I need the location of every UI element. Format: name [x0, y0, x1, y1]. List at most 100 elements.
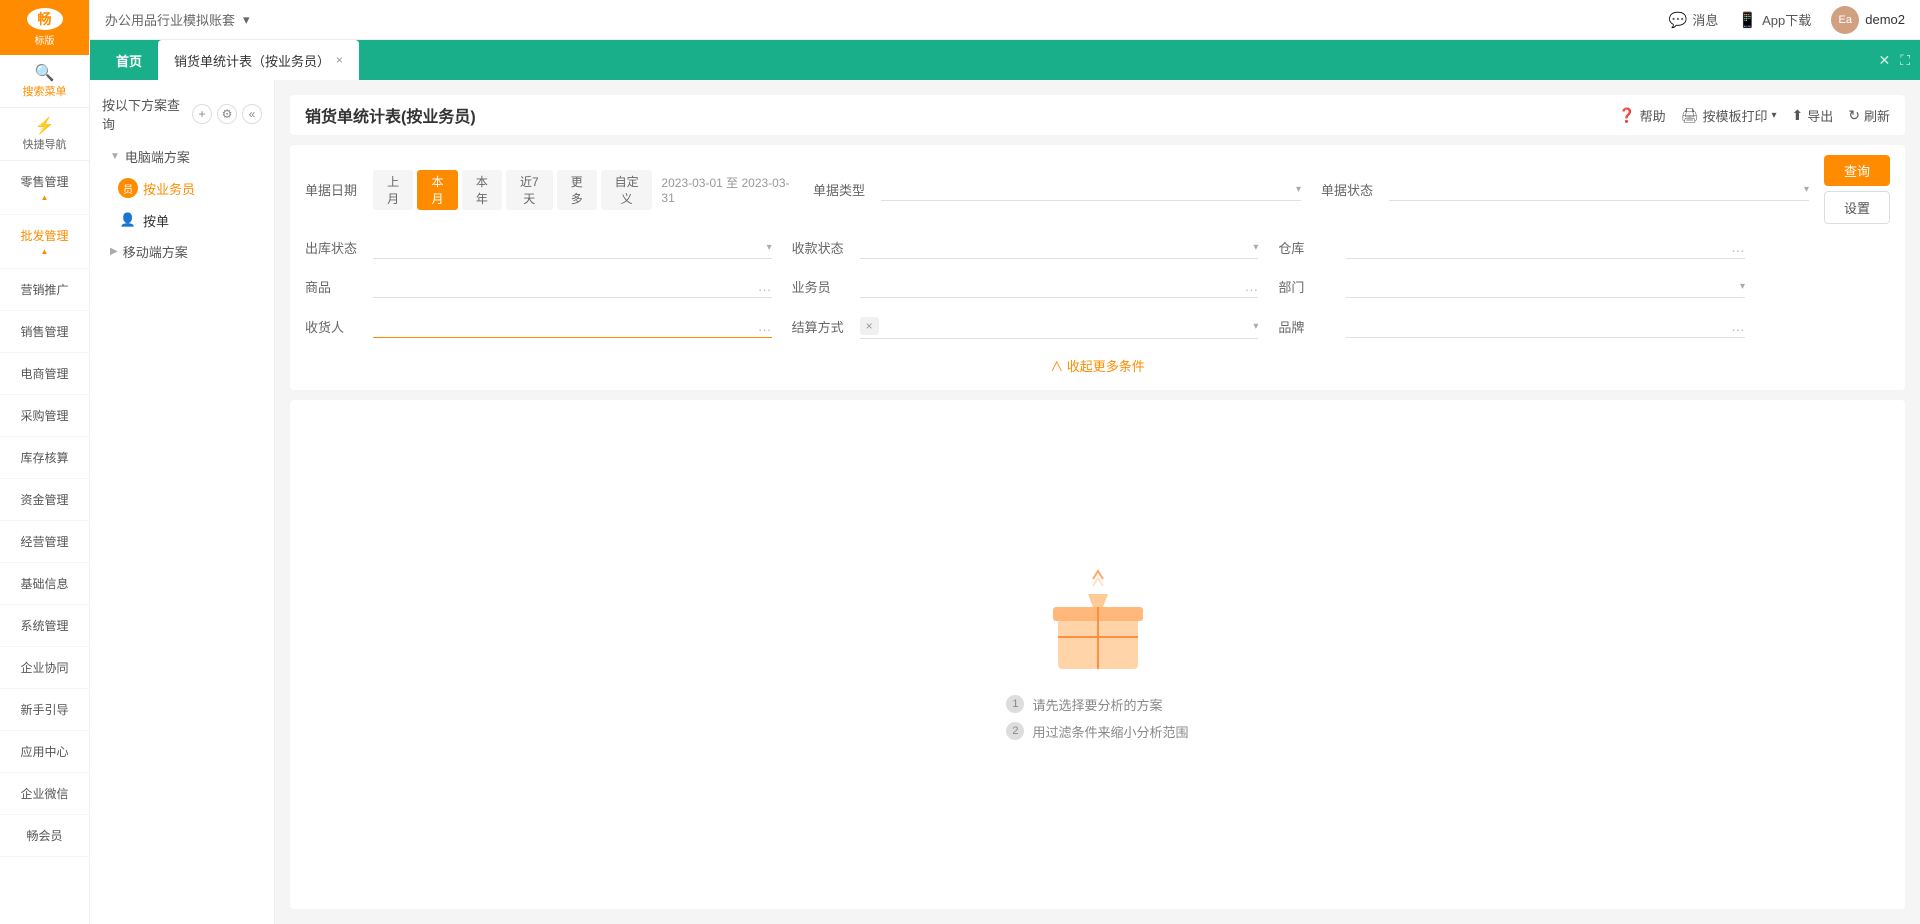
sidebar-item-enterprise[interactable]: 企业协同: [0, 647, 89, 689]
consignee-input[interactable]: [373, 319, 754, 334]
message-button[interactable]: 💬 消息: [1669, 10, 1719, 29]
sidebar-item-marketing[interactable]: 营销推广: [0, 269, 89, 311]
tree-pc-children: 员 按业务员 👤 按单: [90, 172, 274, 236]
payment-col: 结算方式 × ▾: [782, 310, 1269, 343]
help-button[interactable]: ❓ 帮助: [1618, 106, 1665, 125]
consignee-dots-icon[interactable]: …: [758, 318, 772, 334]
sidebar-item-basic-label: 基础信息: [20, 575, 68, 592]
tab-home-label: 首页: [116, 51, 142, 70]
export-button[interactable]: ⬆ 导出: [1792, 106, 1834, 125]
tab-maximize-button[interactable]: ⛶: [1900, 52, 1910, 69]
panel-settings-button[interactable]: ⚙: [217, 104, 237, 124]
doc-type-arrow-icon: ▾: [1296, 184, 1301, 195]
empty-tips: 1 请先选择要分析的方案 2 用过滤条件来缩小分析范围: [1006, 695, 1188, 741]
salesperson-control: …: [860, 275, 1259, 298]
tab-close-all-button[interactable]: ✕: [1878, 52, 1890, 69]
panel-header-title: 按以下方案查询: [102, 95, 192, 133]
dept-arrow-icon: ▾: [1740, 281, 1745, 292]
sidebar-item-wholesale[interactable]: 批发管理: [0, 215, 89, 269]
sidebar-item-retail[interactable]: 零售管理: [0, 161, 89, 215]
empty-illustration: [1038, 569, 1158, 679]
tree-mobile-group[interactable]: ▶ 移动端方案: [90, 236, 274, 267]
date-btn-this-year[interactable]: 本年: [462, 170, 502, 210]
date-btn-custom[interactable]: 自定义: [601, 170, 653, 210]
brand-dots-icon[interactable]: …: [1731, 318, 1745, 334]
tree-mobile-group-label: 移动端方案: [123, 242, 188, 261]
query-buttons: 查询 设置: [1824, 155, 1890, 224]
sidebar-item-purchase[interactable]: 采购管理: [0, 395, 89, 437]
warehouse-label: 仓库: [1278, 238, 1338, 257]
date-btn-this-month[interactable]: 本月: [417, 170, 457, 210]
salesperson-label: 业务员: [792, 277, 852, 296]
title-arrow-icon[interactable]: ▾: [243, 12, 250, 28]
doc-type-input[interactable]: [881, 182, 1292, 197]
app-download-icon: 📱: [1738, 11, 1757, 29]
sidebar-item-basic[interactable]: 基础信息: [0, 563, 89, 605]
sidebar-quick-nav[interactable]: ⚡ 快捷导航: [0, 108, 89, 161]
consignee-control: …: [373, 315, 772, 338]
left-panel: 按以下方案查询 + ⚙ « ▼ 电脑端方案 员 按业务员: [90, 80, 275, 924]
out-status-input[interactable]: [373, 240, 763, 255]
dept-input[interactable]: [1346, 279, 1736, 294]
doc-status-input[interactable]: [1389, 182, 1800, 197]
setting-button[interactable]: 设置: [1824, 191, 1890, 224]
sidebar-item-newbie[interactable]: 新手引导: [0, 689, 89, 731]
sidebar-item-sales[interactable]: 销售管理: [0, 311, 89, 353]
sidebar-search[interactable]: 🔍 搜索菜单: [0, 55, 89, 108]
user-profile[interactable]: Ea demo2: [1831, 6, 1905, 34]
panel-add-button[interactable]: +: [192, 104, 212, 124]
query-button[interactable]: 查询: [1824, 155, 1890, 186]
panel-collapse-button[interactable]: «: [242, 104, 262, 124]
payment-tag: ×: [860, 317, 879, 335]
sidebar-item-finance[interactable]: 资金管理: [0, 479, 89, 521]
sidebar-item-system-label: 系统管理: [20, 617, 68, 634]
warehouse-dots-icon[interactable]: …: [1731, 239, 1745, 255]
goods-dots-icon[interactable]: …: [758, 278, 772, 294]
app-download-label: App下载: [1762, 10, 1811, 29]
tree-item-icon: 员: [118, 178, 138, 198]
doc-status-arrow-icon: ▾: [1804, 184, 1809, 195]
tab-close-button[interactable]: ×: [336, 53, 343, 67]
refresh-button[interactable]: ↻ 刷新: [1848, 106, 1890, 125]
salesperson-input[interactable]: [860, 279, 1241, 294]
brand-control: …: [1346, 315, 1745, 338]
tree-item-by-order[interactable]: 👤 按单: [110, 204, 274, 236]
sidebar-item-wholesale-label: 批发管理: [20, 227, 68, 244]
tab-home[interactable]: 首页: [100, 40, 158, 80]
salesperson-dots-icon[interactable]: …: [1244, 278, 1258, 294]
tab-active[interactable]: 销货单统计表（按业务员） ×: [158, 40, 359, 80]
filter-row4: 收货人 … 结算方式 ×: [305, 310, 1890, 343]
tree-pc-group[interactable]: ▼ 电脑端方案: [90, 141, 274, 172]
print-label: 按模板打印: [1702, 106, 1767, 125]
message-label: 消息: [1692, 10, 1718, 29]
user-name: demo2: [1865, 12, 1905, 27]
refresh-icon: ↻: [1848, 107, 1860, 124]
sidebar-item-operations[interactable]: 经营管理: [0, 521, 89, 563]
sidebar-item-apps[interactable]: 应用中心: [0, 731, 89, 773]
brand-input[interactable]: [1346, 319, 1727, 334]
help-label: 帮助: [1640, 106, 1666, 125]
doc-type-control: ▾: [881, 179, 1301, 201]
tree-item-by-salesperson[interactable]: 员 按业务员: [110, 172, 274, 204]
payment-label: 结算方式: [792, 317, 852, 336]
date-range-display: 2023-03-01 至 2023-03-31: [661, 174, 793, 205]
sidebar-item-member[interactable]: 畅会员: [0, 815, 89, 857]
goods-input[interactable]: [373, 279, 754, 294]
dept-col: 部门 ▾: [1268, 272, 1745, 302]
export-icon: ⬆: [1792, 107, 1804, 124]
sidebar-item-wechat[interactable]: 企业微信: [0, 773, 89, 815]
receive-status-input[interactable]: [860, 240, 1250, 255]
date-btn-more[interactable]: 更多: [557, 170, 597, 210]
tree-mobile-arrow-icon: ▶: [110, 246, 118, 257]
date-btn-last-month[interactable]: 上月: [373, 170, 413, 210]
app-download-button[interactable]: 📱 App下载: [1738, 10, 1811, 29]
payment-tag-close[interactable]: ×: [866, 319, 873, 333]
sidebar-item-system[interactable]: 系统管理: [0, 605, 89, 647]
date-btn-7days[interactable]: 近7天: [506, 170, 553, 210]
sidebar-item-ecommerce[interactable]: 电商管理: [0, 353, 89, 395]
collapse-conditions-button[interactable]: ∧ 收起更多条件: [305, 351, 1890, 380]
brand-col: 品牌 …: [1268, 311, 1745, 342]
print-button[interactable]: 🖨 按模板打印 ▾: [1681, 106, 1777, 125]
warehouse-input[interactable]: [1346, 240, 1727, 255]
sidebar-item-inventory[interactable]: 库存核算: [0, 437, 89, 479]
